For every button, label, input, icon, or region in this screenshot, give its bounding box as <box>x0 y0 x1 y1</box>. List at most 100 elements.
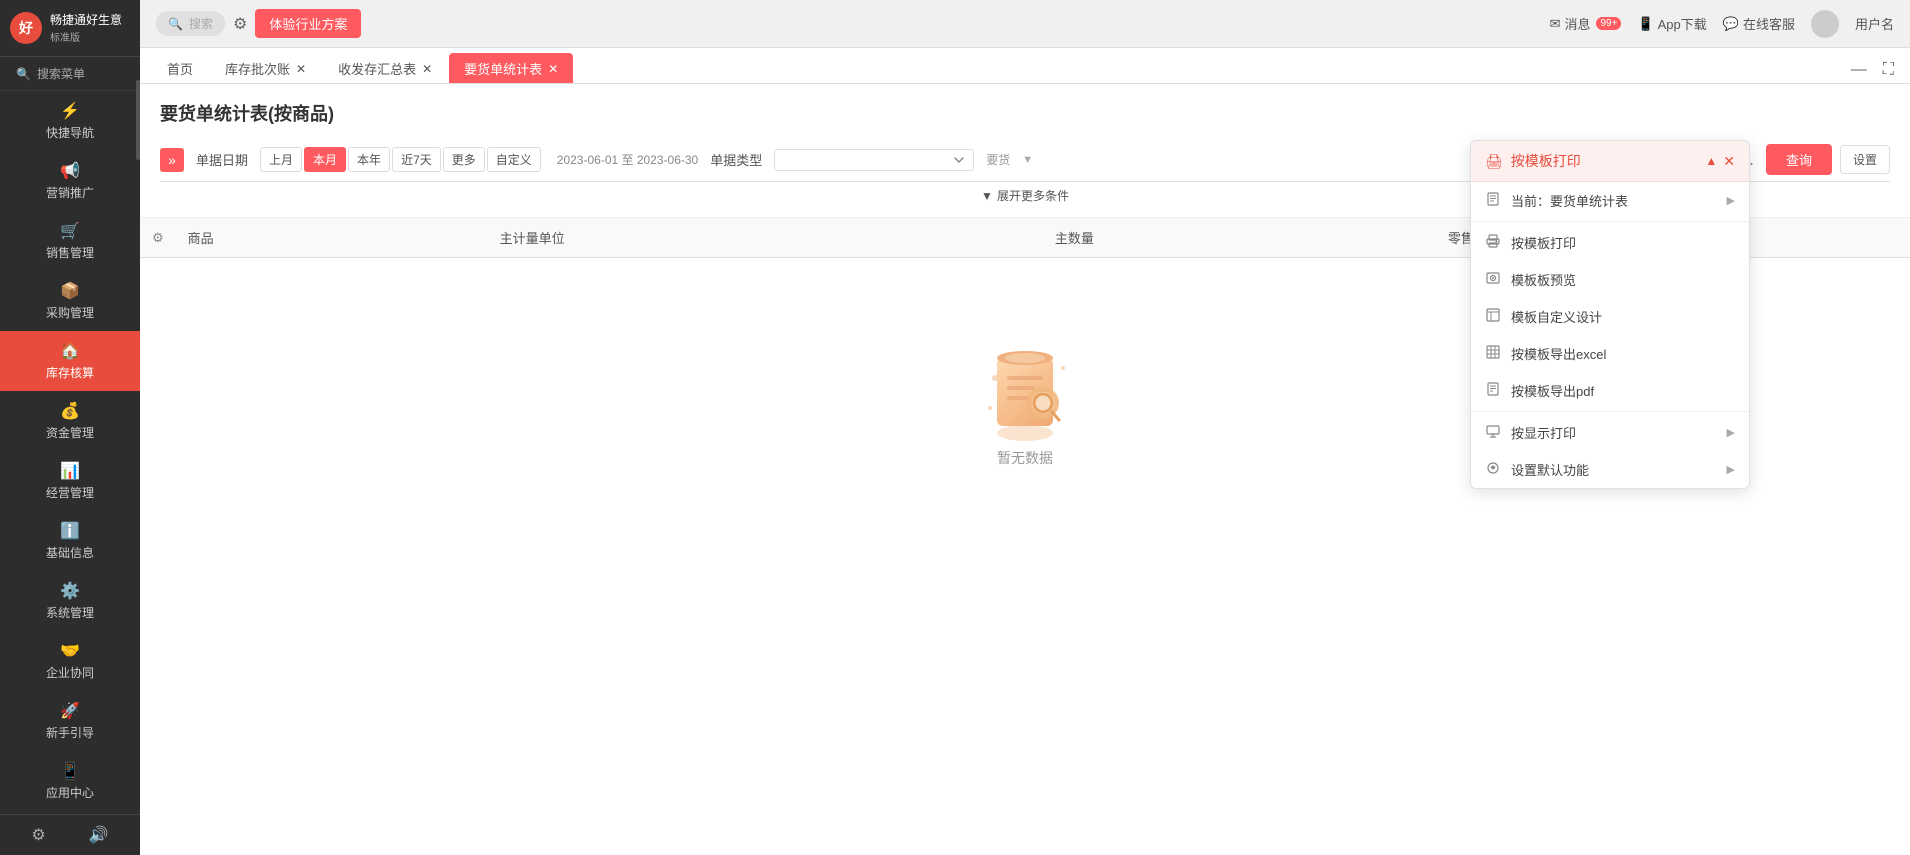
tab-batch-accounts-close[interactable]: ✕ <box>296 63 306 75</box>
print-dropdown-header: 🖨 按模板打印 ▲ ✕ <box>1471 141 1749 182</box>
sidebar-item-system[interactable]: ⚙️ 系统管理 <box>0 571 140 631</box>
marketing-icon: 📢 <box>60 161 80 181</box>
sidebar-item-label: 经营管理 <box>46 484 94 501</box>
sidebar-item-sales[interactable]: 🛒 销售管理 <box>0 211 140 271</box>
print-dropdown-close-btn[interactable]: ✕ <box>1723 153 1735 170</box>
sidebar-audio-btn[interactable]: 🔊 <box>89 825 109 845</box>
default-func-arrow: ▶ <box>1727 463 1735 476</box>
tab-order-stats-close[interactable]: ✕ <box>548 63 558 75</box>
current-template-icon <box>1485 192 1501 209</box>
tab-minimize-btn[interactable]: — <box>1847 57 1871 83</box>
print-dropdown-item-export-excel[interactable]: 按模板导出excel <box>1471 335 1749 372</box>
online-service-label: 在线客服 <box>1743 14 1795 33</box>
app-download-btn[interactable]: 📱 App下载 <box>1637 14 1706 33</box>
tab-receipt-summary-close[interactable]: ✕ <box>422 63 432 75</box>
sidebar-search[interactable]: 🔍 搜索菜单 <box>0 57 140 91</box>
sidebar-item-appstore[interactable]: 📱 应用中心 <box>0 751 140 811</box>
order-category-select-arrow: ▼ <box>1022 154 1033 166</box>
sidebar-item-inventory[interactable]: 🏠 库存核算 <box>0 331 140 391</box>
date-custom[interactable]: 自定义 <box>487 147 541 172</box>
date-more[interactable]: 更多 <box>443 147 485 172</box>
template-preview-icon <box>1485 271 1501 288</box>
online-service-icon: 💬 <box>1723 16 1739 32</box>
current-template-label: 当前：要货单统计表 <box>1511 191 1628 210</box>
print-dropdown-item-current-template[interactable]: 当前：要货单统计表 ▶ <box>1471 182 1749 219</box>
topbar-settings-icon[interactable]: ⚙ <box>233 14 247 34</box>
sidebar-item-label: 销售管理 <box>46 244 94 261</box>
message-icon: ✉ <box>1550 16 1561 32</box>
sidebar-search-label: 搜索菜单 <box>37 65 85 82</box>
tab-receipt-summary[interactable]: 收发存汇总表 ✕ <box>323 53 447 83</box>
sidebar: 好 畅捷通好生意 标准版 🔍 搜索菜单 ⚡ 快捷导航 📢 营销推广 🛒 销售管理… <box>0 0 140 855</box>
tabbar: 首页 库存批次账 ✕ 收发存汇总表 ✕ 要货单统计表 ✕ — ⛶ <box>140 48 1910 84</box>
query-btn[interactable]: 查询 <box>1766 144 1832 175</box>
sidebar-item-label: 库存核算 <box>46 364 94 381</box>
app-logo: 好 畅捷通好生意 标准版 <box>0 0 140 57</box>
sidebar-item-quick-nav[interactable]: ⚡ 快捷导航 <box>0 91 140 151</box>
table-settings-icon[interactable]: ⚙ <box>152 230 164 245</box>
print-dropdown-item-template-print[interactable]: 按模板打印 <box>1471 224 1749 261</box>
tab-home-label: 首页 <box>167 59 193 78</box>
sidebar-item-label: 营销推广 <box>46 184 94 201</box>
print-dropdown-item-display-print[interactable]: 按显示打印 ▶ <box>1471 414 1749 451</box>
sidebar-item-basic[interactable]: ℹ️ 基础信息 <box>0 511 140 571</box>
sidebar-item-finance[interactable]: 💰 资金管理 <box>0 391 140 451</box>
sidebar-item-marketing[interactable]: 📢 营销推广 <box>0 151 140 211</box>
date-current-month[interactable]: 本月 <box>304 147 346 172</box>
print-dropdown-item-template-design[interactable]: 模板自定义设计 <box>1471 298 1749 335</box>
sales-icon: 🛒 <box>60 221 80 241</box>
sidebar-item-label: 资金管理 <box>46 424 94 441</box>
date-recent-7[interactable]: 近7天 <box>392 147 441 172</box>
print-dropdown-item-default-func[interactable]: 设置默认功能 ▶ <box>1471 451 1749 488</box>
sidebar-item-label: 系统管理 <box>46 604 94 621</box>
settings-btn[interactable]: 设置 <box>1840 145 1890 174</box>
username-label: 用户名 <box>1855 14 1894 33</box>
tab-home[interactable]: 首页 <box>152 53 208 83</box>
page-title: 要货单统计表(按商品) <box>160 100 334 126</box>
sidebar-item-label: 采购管理 <box>46 304 94 321</box>
sidebar-item-purchase[interactable]: 📦 采购管理 <box>0 271 140 331</box>
order-type-label: 单据类型 <box>710 150 762 169</box>
export-pdf-icon <box>1485 382 1501 399</box>
tab-maximize-btn[interactable]: ⛶ <box>1879 57 1898 83</box>
export-excel-label: 按模板导出excel <box>1511 344 1606 363</box>
tab-order-stats[interactable]: 要货单统计表 ✕ <box>449 53 573 83</box>
tab-order-stats-label: 要货单统计表 <box>464 59 542 78</box>
order-type-select[interactable] <box>774 149 974 171</box>
sidebar-item-guide[interactable]: 🚀 新手引导 <box>0 691 140 751</box>
purchase-icon: 📦 <box>60 281 80 301</box>
topbar-search[interactable]: 🔍 搜索 <box>156 11 225 36</box>
sidebar-nav: ⚡ 快捷导航 📢 营销推广 🛒 销售管理 📦 采购管理 🏠 库存核算 💰 资金管… <box>0 91 140 814</box>
online-service-btn[interactable]: 💬 在线客服 <box>1723 14 1795 33</box>
trial-btn[interactable]: 体验行业方案 <box>255 9 361 38</box>
tab-batch-accounts[interactable]: 库存批次账 ✕ <box>210 53 321 83</box>
appstore-icon: 📱 <box>60 761 80 781</box>
app-download-icon: 📱 <box>1637 16 1653 32</box>
template-design-icon <box>1485 308 1501 325</box>
print-chevron-icon: ▲ <box>1705 154 1717 168</box>
date-prev-month[interactable]: 上月 <box>260 147 302 172</box>
operation-icon: 📊 <box>60 461 80 481</box>
search-placeholder: 搜索 <box>189 15 213 32</box>
export-excel-icon <box>1485 345 1501 362</box>
display-print-arrow: ▶ <box>1727 426 1735 439</box>
user-avatar[interactable] <box>1811 10 1839 38</box>
date-current-year[interactable]: 本年 <box>348 147 390 172</box>
sidebar-settings-btn[interactable]: ⚙ <box>31 825 45 845</box>
print-item-current-left: 当前：要货单统计表 <box>1485 191 1628 210</box>
display-print-icon <box>1485 424 1501 441</box>
print-dropdown-item-template-preview[interactable]: 模板板预览 <box>1471 261 1749 298</box>
default-func-label: 设置默认功能 <box>1511 460 1589 479</box>
app-version: 标准版 <box>50 29 122 44</box>
sidebar-scrollbar-thumb <box>136 80 140 160</box>
message-btn[interactable]: ✉ 消息 99+ <box>1550 14 1622 33</box>
sidebar-item-operation[interactable]: 📊 经营管理 <box>0 451 140 511</box>
sidebar-item-label: 快捷导航 <box>46 124 94 141</box>
sidebar-item-collab[interactable]: 🤝 企业协同 <box>0 631 140 691</box>
message-label: 消息 <box>1564 14 1590 33</box>
topbar: 🔍 搜索 ⚙ 体验行业方案 ✉ 消息 99+ 📱 App下载 💬 在线客服 用户… <box>140 0 1910 48</box>
print-dropdown-item-export-pdf[interactable]: 按模板导出pdf <box>1471 372 1749 409</box>
section-toggle-btn[interactable]: » <box>160 148 184 172</box>
page-header: 要货单统计表(按商品) <box>140 84 1910 136</box>
sidebar-scrollbar[interactable] <box>136 60 140 660</box>
